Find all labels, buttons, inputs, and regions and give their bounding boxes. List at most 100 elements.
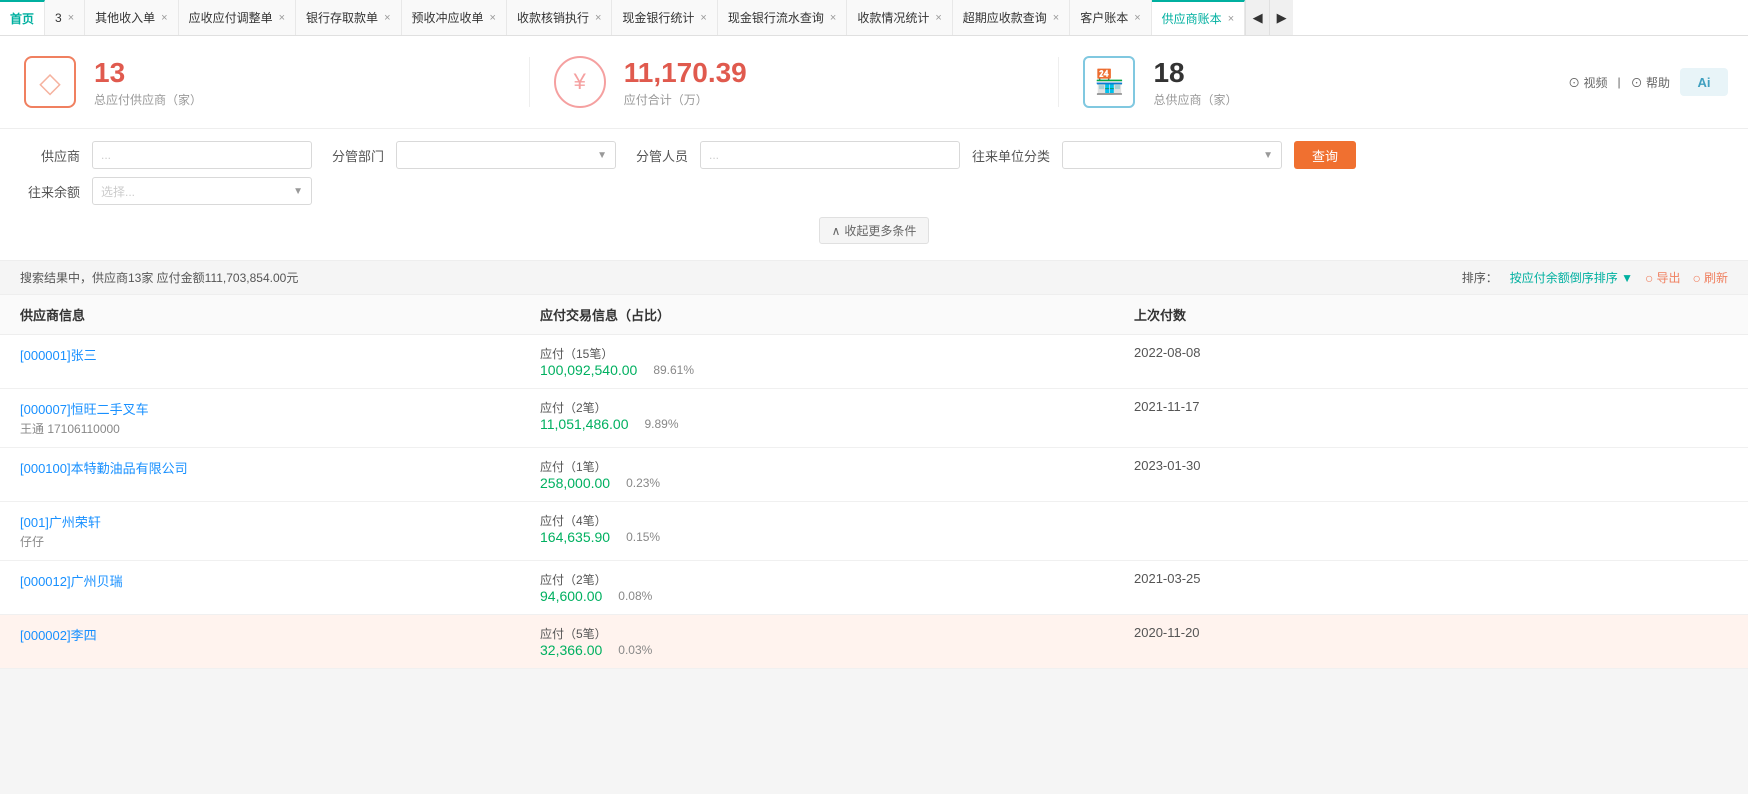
help-video[interactable]: ⊙ 视频 — [1568, 74, 1607, 91]
nav-tab-cash-flow[interactable]: 现金银行流水查询 × — [718, 0, 847, 36]
payable-cell: 应付（15笔）100,092,540.00 89.61% — [540, 345, 1134, 378]
supplier-link[interactable]: [000001]张三 — [20, 348, 97, 363]
nav-tab-cash-stat-close[interactable]: × — [700, 12, 706, 24]
stats-bar: 13 总应付供应商（家） 11,170.39 应付合计（万） 18 总供应商（家… — [0, 36, 1748, 129]
supplier-link[interactable]: [000012]广州贝瑞 — [20, 574, 123, 589]
supplier-link[interactable]: [000002]李四 — [20, 628, 97, 643]
nav-tab-cash-flow-close[interactable]: × — [830, 12, 836, 24]
filter-row-2: 往来余额 选择... ▼ — [20, 177, 1728, 205]
nav-tab-prepay[interactable]: 预收冲应收单 × — [402, 0, 507, 36]
lastpay-cell: 2021-11-17 — [1134, 399, 1728, 414]
result-bar: 搜索结果中，供应商13家 应付金额111,703,854.00元 排序： 按应付… — [0, 261, 1748, 295]
nav-tab-adjust[interactable]: 应收应付调整单 × — [179, 0, 296, 36]
nav-tab-collect[interactable]: 收款核销执行 × — [507, 0, 612, 36]
nav-next-arrow[interactable]: ▶ — [1269, 0, 1293, 36]
supplier-link[interactable]: [000007]恒旺二手叉车 — [20, 402, 149, 417]
sort-select[interactable]: 按应付余额倒序排序 ▼ — [1510, 269, 1633, 286]
supplier-subinfo: 仔仔 — [20, 533, 540, 550]
nav-tab-supplier-close[interactable]: × — [1228, 13, 1234, 25]
col-supplier-header: 供应商信息 — [20, 305, 540, 324]
nav-tab-prepay-label: 预收冲应收单 — [412, 9, 484, 26]
payable-suppliers-info: 13 总应付供应商（家） — [94, 56, 202, 109]
payable-amount[interactable]: 100,092,540.00 — [540, 362, 637, 378]
payable-label: 应付（4笔） — [540, 512, 1134, 529]
balance-arrow: ▼ — [293, 186, 303, 197]
nav-tab-bank-close[interactable]: × — [384, 12, 390, 24]
nav-tab-collect-stat-label: 收款情况统计 — [857, 9, 929, 26]
supplier-cell: [000007]恒旺二手叉车王通 17106110000 — [20, 399, 540, 437]
payable-cell: 应付（2笔）11,051,486.009.89% — [540, 399, 1134, 432]
payable-amount[interactable]: 164,635.90 — [540, 529, 610, 545]
supplier-cell: [000100]本特勤油品有限公司 — [20, 458, 540, 477]
nav-prev-arrow[interactable]: ◀ — [1245, 0, 1269, 36]
supplier-link[interactable]: [000100]本特勤油品有限公司 — [20, 461, 188, 476]
person-label: 分管人员 — [628, 146, 688, 165]
nav-tab-supplier[interactable]: 供应商账本 × — [1152, 0, 1245, 36]
payable-pct: 89.61% — [653, 363, 694, 377]
unit-class-label: 往来单位分类 — [972, 146, 1050, 165]
payable-pct: 9.89% — [645, 417, 679, 431]
nav-tab-overdue-close[interactable]: × — [1053, 12, 1059, 24]
nav-tab-bank[interactable]: 银行存取款单 × — [296, 0, 401, 36]
stat-total-suppliers: 18 总供应商（家） — [1079, 52, 1568, 112]
nav-tab-collect-stat-close[interactable]: × — [935, 12, 941, 24]
sort-label: 排序： — [1462, 269, 1498, 286]
export-button[interactable]: ○ 导出 — [1645, 269, 1680, 286]
collapse-label: 收起更多条件 — [844, 222, 916, 239]
nav-tab-customer-close[interactable]: × — [1134, 12, 1140, 24]
query-button[interactable]: 查询 — [1294, 141, 1356, 169]
lastpay-cell: 2020-11-20 — [1134, 625, 1728, 640]
nav-tab-collect-stat[interactable]: 收款情况统计 × — [847, 0, 952, 36]
stat-divider-1 — [529, 57, 530, 107]
stat-payable-total: 11,170.39 应付合计（万） — [550, 52, 1039, 112]
nav-tab-cash-stat[interactable]: 现金银行统计 × — [612, 0, 717, 36]
lastpay-cell: 2021-03-25 — [1134, 571, 1728, 586]
balance-select[interactable]: 选择... ▼ — [92, 177, 312, 205]
payable-label: 应付（1笔） — [540, 458, 1134, 475]
col-lastpay-header: 上次付数 — [1134, 305, 1728, 324]
nav-tab-collect-close[interactable]: × — [595, 12, 601, 24]
dept-select[interactable]: ▼ — [396, 141, 616, 169]
balance-placeholder: 选择... — [101, 183, 135, 200]
nav-tab-3[interactable]: 3 × — [45, 0, 85, 36]
payable-amount[interactable]: 11,051,486.00 — [540, 416, 629, 432]
collapse-button[interactable]: ∧ 收起更多条件 — [819, 217, 930, 244]
unit-class-select[interactable]: ▼ — [1062, 141, 1282, 169]
sort-value: 按应付余额倒序排序 — [1510, 271, 1618, 285]
refresh-button[interactable]: ○ 刷新 — [1693, 269, 1728, 286]
person-input[interactable]: ... — [700, 141, 960, 169]
dept-dropdown-arrow: ▼ — [597, 150, 607, 161]
payable-label: 应付（15笔） — [540, 345, 1134, 362]
nav-tab-overdue[interactable]: 超期应收款查询 × — [953, 0, 1070, 36]
supplier-link[interactable]: [001]广州荣轩 — [20, 515, 101, 530]
payable-pct: 0.15% — [626, 530, 660, 544]
nav-tab-overdue-label: 超期应收款查询 — [963, 9, 1047, 26]
nav-tab-customer[interactable]: 客户账本 × — [1070, 0, 1151, 36]
help-link[interactable]: ⊙ 帮助 — [1631, 74, 1670, 91]
table-row: [000100]本特勤油品有限公司 应付（1笔）258,000.000.23%20… — [0, 448, 1748, 502]
lastpay-cell: 2023-01-30 — [1134, 458, 1728, 473]
payable-amount[interactable]: 32,366.00 — [540, 642, 602, 658]
nav-tab-other-income[interactable]: 其他收入单 × — [85, 0, 178, 36]
nav-tab-adjust-close[interactable]: × — [279, 12, 285, 24]
payable-amount[interactable]: 258,000.00 — [540, 475, 610, 491]
top-nav: 首页 3 × 其他收入单 × 应收应付调整单 × 银行存取款单 × 预收冲应收单… — [0, 0, 1748, 36]
nav-tab-other-income-close[interactable]: × — [161, 12, 167, 24]
payable-row: 258,000.000.23% — [540, 475, 1134, 491]
payable-row: 100,092,540.00 89.61% — [540, 362, 1134, 378]
payable-total-icon — [550, 52, 610, 112]
nav-tab-bank-label: 银行存取款单 — [306, 9, 378, 26]
supplier-input[interactable]: ... — [92, 141, 312, 169]
payable-row: 32,366.00 0.03% — [540, 642, 1134, 658]
nav-tab-prepay-close[interactable]: × — [490, 12, 496, 24]
stat-payable-suppliers: 13 总应付供应商（家） — [20, 52, 509, 112]
ai-button[interactable]: Ai — [1680, 68, 1728, 96]
nav-tab-3-close[interactable]: × — [68, 12, 74, 24]
supplier-dots: ... — [101, 148, 111, 162]
payable-suppliers-number: 13 — [94, 56, 202, 90]
payable-pct: 0.03% — [618, 643, 652, 657]
payable-suppliers-label: 总应付供应商（家） — [94, 91, 202, 108]
payable-amount[interactable]: 94,600.00 — [540, 588, 602, 604]
payable-row: 11,051,486.00 9.89% — [540, 416, 1134, 432]
nav-tab-home[interactable]: 首页 — [0, 0, 45, 36]
